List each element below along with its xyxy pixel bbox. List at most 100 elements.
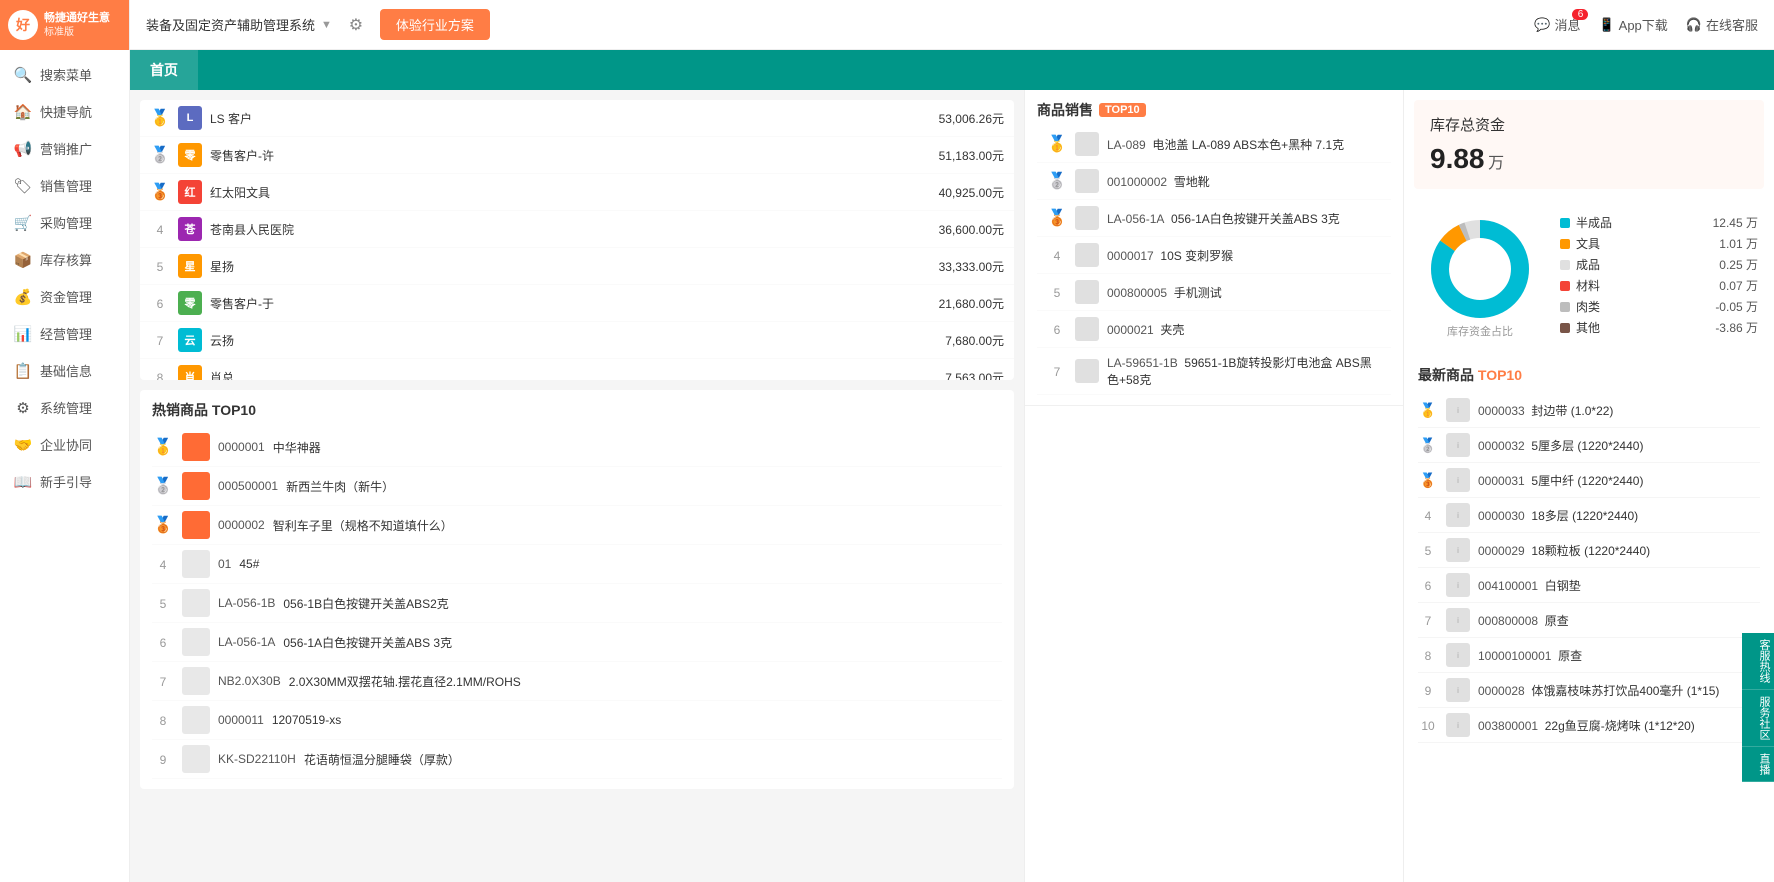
hot-product-row[interactable]: 4 01 45# <box>152 545 1002 584</box>
float-customer-service[interactable]: 客服热线 <box>1742 633 1774 690</box>
hot-product-row[interactable]: 6 LA-056-1A 056-1A白色按键开关盖ABS 3克 <box>152 623 1002 662</box>
newest-product-row[interactable]: 5 i 0000029 18颗粒板 (1220*2440) <box>1418 533 1760 568</box>
sidebar-item-inventory[interactable]: 📦 库存核算 <box>0 241 129 278</box>
customer-ranking-row[interactable]: 4 苍 苍南县人民医院 36,600.00元 <box>140 211 1014 248</box>
customer-ranking-row[interactable]: 🥉 红 红太阳文具 40,925.00元 <box>140 174 1014 211</box>
sidebar-item-system[interactable]: ⚙ 系统管理 <box>0 389 129 426</box>
customer-ranking-row[interactable]: 8 肖 肖总 7,563.00元 <box>140 359 1014 380</box>
sales-icon: 🏷 <box>14 177 32 195</box>
home-icon: 🏠 <box>14 103 32 121</box>
rank-name: 零售客户-许 <box>210 147 931 164</box>
hot-product-row[interactable]: 9 KK-SD22110H 花语萌恒温分腿睡袋（厚款） <box>152 740 1002 779</box>
sidebar-item-quick-nav[interactable]: 🏠 快捷导航 <box>0 93 129 130</box>
operations-icon: 📊 <box>14 325 32 343</box>
rank-amount: 7,680.00元 <box>945 332 1004 349</box>
sidebar-item-search[interactable]: 🔍 搜索菜单 <box>0 56 129 93</box>
product-thumb <box>182 472 210 500</box>
tab-home[interactable]: 首页 <box>130 50 198 90</box>
newest-rank: 5 <box>1418 543 1438 558</box>
legend-item: 成品 0.25 万 <box>1560 256 1758 273</box>
legend-dot <box>1560 260 1570 270</box>
middle-panel: 商品销售 TOP10 🥇 LA-089 电池盖 LA-089 ABS本色+黑种 … <box>1024 90 1404 882</box>
hot-products-section: 热销商品 TOP10 🥇 0000001 中华神器 🥈 000500001 新西… <box>140 390 1014 789</box>
newest-rank: 8 <box>1418 648 1438 663</box>
customer-ranking-row[interactable]: 🥈 零 零售客户-许 51,183.00元 <box>140 137 1014 174</box>
customer-ranking-row[interactable]: 🥇 L LS 客户 53,006.26元 <box>140 100 1014 137</box>
product-thumb <box>1075 317 1099 341</box>
product-ranking-row[interactable]: 5 000800005 手机测试 <box>1037 274 1391 311</box>
online-service-btn[interactable]: 🎧 在线客服 <box>1686 15 1758 34</box>
newest-product-row[interactable]: 🥈 i 0000032 5厘多层 (1220*2440) <box>1418 428 1760 463</box>
product-ranking-row[interactable]: 6 0000021 夹壳 <box>1037 311 1391 348</box>
svg-text:i: i <box>1457 651 1459 660</box>
newest-rank: 🥇 <box>1418 402 1438 419</box>
customer-ranking-table: 🥇 L LS 客户 53,006.26元 🥈 零 零售客户-许 51,183.0… <box>140 100 1014 380</box>
legend-dot <box>1560 239 1570 249</box>
newest-thumb: i <box>1446 713 1470 737</box>
product-name: 中华神器 <box>273 439 1002 456</box>
product-code: 01 <box>218 557 231 571</box>
product-ranking-row[interactable]: 4 0000017 10S 变刺罗猴 <box>1037 237 1391 274</box>
svg-text:i: i <box>1457 546 1459 555</box>
newest-rank: 🥈 <box>1418 437 1438 454</box>
product-rank-medal: 8 <box>152 713 174 728</box>
newest-product-row[interactable]: 7 i 000800008 原查 <box>1418 603 1760 638</box>
sidebar-item-sales[interactable]: 🏷 销售管理 <box>0 167 129 204</box>
product-ranking-row[interactable]: 🥈 001000002 雪地靴 <box>1037 163 1391 200</box>
sidebar-item-purchase[interactable]: 🛒 采购管理 <box>0 204 129 241</box>
product-thumb <box>182 628 210 656</box>
marketing-icon: 📢 <box>14 140 32 158</box>
hot-product-row[interactable]: 8 0000011 12070519-xs <box>152 701 1002 740</box>
main-area: 装备及固定资产辅助管理系统 ▼ ⚙ 体验行业方案 💬 消息 6 📱 App下载 … <box>130 0 1774 882</box>
newest-product-row[interactable]: 🥉 i 0000031 5厘中纤 (1220*2440) <box>1418 463 1760 498</box>
svg-text:i: i <box>1457 441 1459 450</box>
customer-ranking-row[interactable]: 6 零 零售客户-于 21,680.00元 <box>140 285 1014 322</box>
newest-product-row[interactable]: 9 i 0000028 体饿嘉枝味苏打饮品400毫升 (1*15) <box>1418 673 1760 708</box>
newest-product-row[interactable]: 4 i 0000030 18多层 (1220*2440) <box>1418 498 1760 533</box>
float-support: 客服热线 服务社区 直播 <box>1742 633 1774 782</box>
newest-rank: 6 <box>1418 578 1438 593</box>
hot-product-row[interactable]: 5 LA-056-1B 056-1B白色按键开关盖ABS2克 <box>152 584 1002 623</box>
guide-icon: 📖 <box>14 473 32 491</box>
newest-product-row[interactable]: 6 i 004100001 白钢垫 <box>1418 568 1760 603</box>
product-name: 056-1A白色按键开关盖ABS 3克 <box>283 634 1002 651</box>
dropdown-arrow-icon[interactable]: ▼ <box>321 19 332 31</box>
sidebar-item-operations[interactable]: 📊 经营管理 <box>0 315 129 352</box>
float-community[interactable]: 服务社区 <box>1742 690 1774 747</box>
legend-list: 半成品 12.45 万 文具 1.01 万 成品 0.25 万 材料 0.07 … <box>1560 214 1758 340</box>
legend-label: 肉类 <box>1576 298 1709 315</box>
hot-product-row[interactable]: 🥇 0000001 中华神器 <box>152 428 1002 467</box>
rank-amount: 36,600.00元 <box>939 221 1004 238</box>
newest-product-row[interactable]: 10 i 003800001 22g鱼豆腐-烧烤味 (1*12*20) <box>1418 708 1760 743</box>
product-rank-medal: 5 <box>152 596 174 611</box>
rank-medal: 8 <box>150 370 170 381</box>
customer-ranking-row[interactable]: 7 云 云扬 7,680.00元 <box>140 322 1014 359</box>
messages-btn[interactable]: 💬 消息 6 <box>1534 15 1580 34</box>
trial-button[interactable]: 体验行业方案 <box>380 9 490 40</box>
hot-product-row[interactable]: 7 NB2.0X30B 2.0X30MM双摆花轴.摆花直径2.1MM/ROHS <box>152 662 1002 701</box>
hot-product-row[interactable]: 🥈 000500001 新西兰牛肉（新牛） <box>152 467 1002 506</box>
product-thumb <box>182 706 210 734</box>
newest-thumb: i <box>1446 643 1470 667</box>
sidebar-item-finance[interactable]: 💰 资金管理 <box>0 278 129 315</box>
sidebar-item-enterprise[interactable]: 🤝 企业协同 <box>0 426 129 463</box>
customer-ranking-row[interactable]: 5 星 星扬 33,333.00元 <box>140 248 1014 285</box>
product-thumb <box>1075 132 1099 156</box>
app-download-btn[interactable]: 📱 App下载 <box>1598 15 1667 34</box>
hot-product-row[interactable]: 🥉 0000002 智利车子里（规格不知道填什么） <box>152 506 1002 545</box>
rank-amount: 21,680.00元 <box>939 295 1004 312</box>
sidebar-item-basic-info[interactable]: 📋 基础信息 <box>0 352 129 389</box>
rank-medal: 🥇 <box>150 108 170 128</box>
product-ranking-row[interactable]: 7 LA-59651-1B 59651-1B旋转投影灯电池盒 ABS黑色+58克 <box>1037 348 1391 395</box>
product-code: KK-SD22110H <box>218 752 296 766</box>
product-thumb <box>182 667 210 695</box>
product-ranking-row[interactable]: 🥇 LA-089 电池盖 LA-089 ABS本色+黑种 7.1克 <box>1037 126 1391 163</box>
settings-icon[interactable]: ⚙ <box>342 11 370 39</box>
sidebar-item-marketing[interactable]: 📢 营销推广 <box>0 130 129 167</box>
sidebar-item-guide[interactable]: 📖 新手引导 <box>0 463 129 500</box>
newest-product-row[interactable]: 8 i 10000100001 原查 <box>1418 638 1760 673</box>
float-live[interactable]: 直播 <box>1742 747 1774 782</box>
newest-product-row[interactable]: 🥇 i 0000033 封边带 (1.0*22) <box>1418 393 1760 428</box>
product-ranking-row[interactable]: 🥉 LA-056-1A 056-1A白色按键开关盖ABS 3克 <box>1037 200 1391 237</box>
newest-thumb: i <box>1446 503 1470 527</box>
